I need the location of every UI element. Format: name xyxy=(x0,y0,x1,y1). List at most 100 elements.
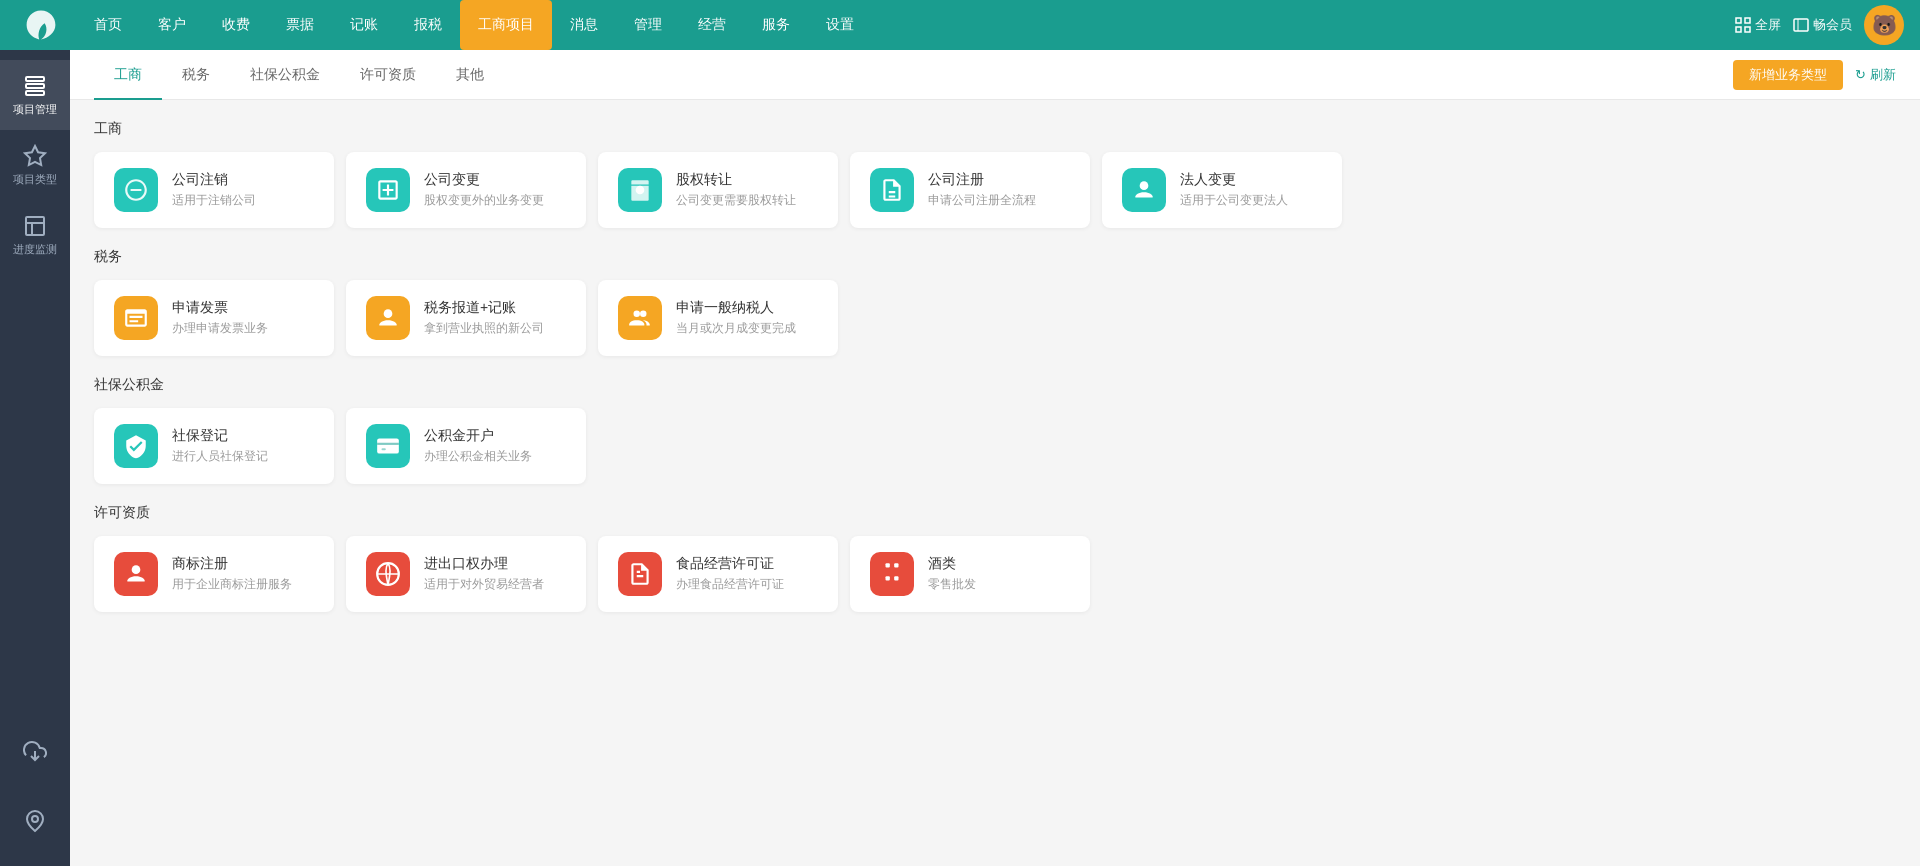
sidebar-item-location[interactable] xyxy=(0,786,70,856)
app-logo xyxy=(16,0,66,50)
card-company-register[interactable]: 公司注册 申请公司注册全流程 xyxy=(850,152,1090,228)
svg-rect-4 xyxy=(1794,19,1808,31)
svg-rect-1 xyxy=(1745,18,1750,23)
card-icon-company-cancel xyxy=(114,168,158,212)
section-title-shebao: 社保公积金 xyxy=(94,376,1896,394)
card-icon-food-license xyxy=(618,552,662,596)
sidebar-item-project-management[interactable]: 项目管理 xyxy=(0,60,70,130)
card-icon-company-register xyxy=(870,168,914,212)
svg-rect-18 xyxy=(377,438,399,453)
svg-rect-2 xyxy=(1736,27,1741,32)
card-legal-person-change[interactable]: 法人变更 适用于公司变更法人 xyxy=(1102,152,1342,228)
nav-item-消息[interactable]: 消息 xyxy=(552,0,616,50)
card-text-tax-report: 税务报道+记账 拿到营业执照的新公司 xyxy=(424,299,544,337)
card-import-export[interactable]: 进出口权办理 适用于对外贸易经营者 xyxy=(346,536,586,612)
nav-item-首页[interactable]: 首页 xyxy=(76,0,140,50)
cards-grid-gongshang: 公司注销 适用于注销公司 公司变更 股权变更外的业务变更 xyxy=(94,152,1896,228)
tabs-bar: 工商 税务 社保公积金 许可资质 其他 新增业务类型 ↻ 刷新 xyxy=(70,50,1920,100)
sidebar-item-progress-monitor[interactable]: 进度监测 xyxy=(0,200,70,270)
main-layout: 项目管理 项目类型 进度监测 工商 税务 xyxy=(0,50,1920,866)
card-text-company-cancel: 公司注销 适用于注销公司 xyxy=(172,171,256,209)
nav-item-经营[interactable]: 经营 xyxy=(680,0,744,50)
nav-item-工商项目[interactable]: 工商项目 xyxy=(460,0,552,50)
card-text-company-change: 公司变更 股权变更外的业务变更 xyxy=(424,171,544,209)
nav-item-票据[interactable]: 票据 xyxy=(268,0,332,50)
svg-marker-9 xyxy=(25,146,45,165)
new-type-button[interactable]: 新增业务类型 xyxy=(1733,60,1843,90)
card-invoice-apply[interactable]: 申请发票 办理申请发票业务 xyxy=(94,280,334,356)
card-company-cancel[interactable]: 公司注销 适用于注销公司 xyxy=(94,152,334,228)
card-provident-fund[interactable]: 公积金开户 办理公积金相关业务 xyxy=(346,408,586,484)
card-icon-trademark xyxy=(114,552,158,596)
card-trademark[interactable]: 商标注册 用于企业商标注册服务 xyxy=(94,536,334,612)
tab-other[interactable]: 其他 xyxy=(436,50,504,100)
section-title-gongshang: 工商 xyxy=(94,120,1896,138)
nav-item-服务[interactable]: 服务 xyxy=(744,0,808,50)
tab-xuke[interactable]: 许可资质 xyxy=(340,50,436,100)
card-alcohol[interactable]: 酒类 零售批发 xyxy=(850,536,1090,612)
svg-rect-0 xyxy=(1736,18,1741,23)
card-tax-report[interactable]: 税务报道+记账 拿到营业执照的新公司 xyxy=(346,280,586,356)
sidebar-bottom xyxy=(0,716,70,866)
card-text-general-taxpayer: 申请一般纳税人 当月或次月成变更完成 xyxy=(676,299,796,337)
scroll-content[interactable]: 工商 公司注销 适用于注销公司 公司变更 xyxy=(70,100,1920,866)
card-company-change[interactable]: 公司变更 股权变更外的业务变更 xyxy=(346,152,586,228)
nav-item-记账[interactable]: 记账 xyxy=(332,0,396,50)
svg-point-21 xyxy=(132,565,141,574)
nav-item-管理[interactable]: 管理 xyxy=(616,0,680,50)
card-text-provident-fund: 公积金开户 办理公积金相关业务 xyxy=(424,427,532,465)
refresh-icon: ↻ xyxy=(1855,67,1866,82)
svg-rect-6 xyxy=(26,77,44,81)
sidebar: 项目管理 项目类型 进度监测 xyxy=(0,50,70,866)
nav-item-设置[interactable]: 设置 xyxy=(808,0,872,50)
top-navigation: 首页客户收费票据记账报税工商项目消息管理经营服务设置 全屏 畅会员 🐻 xyxy=(0,0,1920,50)
card-icon-invoice-apply xyxy=(114,296,158,340)
svg-point-16 xyxy=(634,310,641,317)
svg-rect-10 xyxy=(26,217,44,235)
card-text-invoice-apply: 申请发票 办理申请发票业务 xyxy=(172,299,268,337)
refresh-button[interactable]: ↻ 刷新 xyxy=(1855,66,1896,84)
card-text-legal-person-change: 法人变更 适用于公司变更法人 xyxy=(1180,171,1288,209)
card-text-import-export: 进出口权办理 适用于对外贸易经营者 xyxy=(424,555,544,593)
nav-menu: 首页客户收费票据记账报税工商项目消息管理经营服务设置 xyxy=(76,0,1735,50)
svg-point-15 xyxy=(384,309,393,318)
card-general-taxpayer[interactable]: 申请一般纳税人 当月或次月成变更完成 xyxy=(598,280,838,356)
card-text-trademark: 商标注册 用于企业商标注册服务 xyxy=(172,555,292,593)
svg-rect-23 xyxy=(886,563,890,567)
svg-rect-8 xyxy=(26,91,44,95)
cards-grid-xuke: 商标注册 用于企业商标注册服务 进出口权办理 适用于对外贸易经营者 xyxy=(94,536,1896,612)
card-icon-alcohol xyxy=(870,552,914,596)
card-icon-legal-person-change xyxy=(1122,168,1166,212)
svg-rect-7 xyxy=(26,84,44,88)
section-title-shuiwu: 税务 xyxy=(94,248,1896,266)
card-food-license[interactable]: 食品经营许可证 办理食品经营许可证 xyxy=(598,536,838,612)
fullscreen-button[interactable]: 全屏 xyxy=(1735,16,1781,34)
card-icon-import-export xyxy=(366,552,410,596)
card-equity-transfer[interactable]: 股权转让 公司变更需要股权转让 xyxy=(598,152,838,228)
sidebar-item-project-type[interactable]: 项目类型 xyxy=(0,130,70,200)
card-text-alcohol: 酒类 零售批发 xyxy=(928,555,976,593)
cards-grid-shuiwu: 申请发票 办理申请发票业务 税务报道+记账 拿到营业执照的新公司 xyxy=(94,280,1896,356)
mascot-avatar: 🐻 xyxy=(1864,5,1904,45)
tab-shebao[interactable]: 社保公积金 xyxy=(230,50,340,100)
tab-shuiwu[interactable]: 税务 xyxy=(162,50,230,100)
card-icon-general-taxpayer xyxy=(618,296,662,340)
svg-rect-20 xyxy=(382,448,386,450)
card-social-insurance[interactable]: 社保登记 进行人员社保登记 xyxy=(94,408,334,484)
nav-item-报税[interactable]: 报税 xyxy=(396,0,460,50)
tab-gongshang[interactable]: 工商 xyxy=(94,50,162,100)
svg-point-17 xyxy=(640,310,647,317)
card-text-social-insurance: 社保登记 进行人员社保登记 xyxy=(172,427,268,465)
nav-item-客户[interactable]: 客户 xyxy=(140,0,204,50)
svg-rect-3 xyxy=(1745,27,1750,32)
section-title-xuke: 许可资质 xyxy=(94,504,1896,522)
svg-rect-24 xyxy=(894,563,898,567)
card-icon-company-change xyxy=(366,168,410,212)
card-icon-provident-fund xyxy=(366,424,410,468)
member-button[interactable]: 畅会员 xyxy=(1793,16,1852,34)
nav-item-收费[interactable]: 收费 xyxy=(204,0,268,50)
card-text-equity-transfer: 股权转让 公司变更需要股权转让 xyxy=(676,171,796,209)
sidebar-item-download[interactable] xyxy=(0,716,70,786)
cards-grid-shebao: 社保登记 进行人员社保登记 公积金开户 办理公积金相关业务 xyxy=(94,408,1896,484)
card-icon-social-insurance xyxy=(114,424,158,468)
